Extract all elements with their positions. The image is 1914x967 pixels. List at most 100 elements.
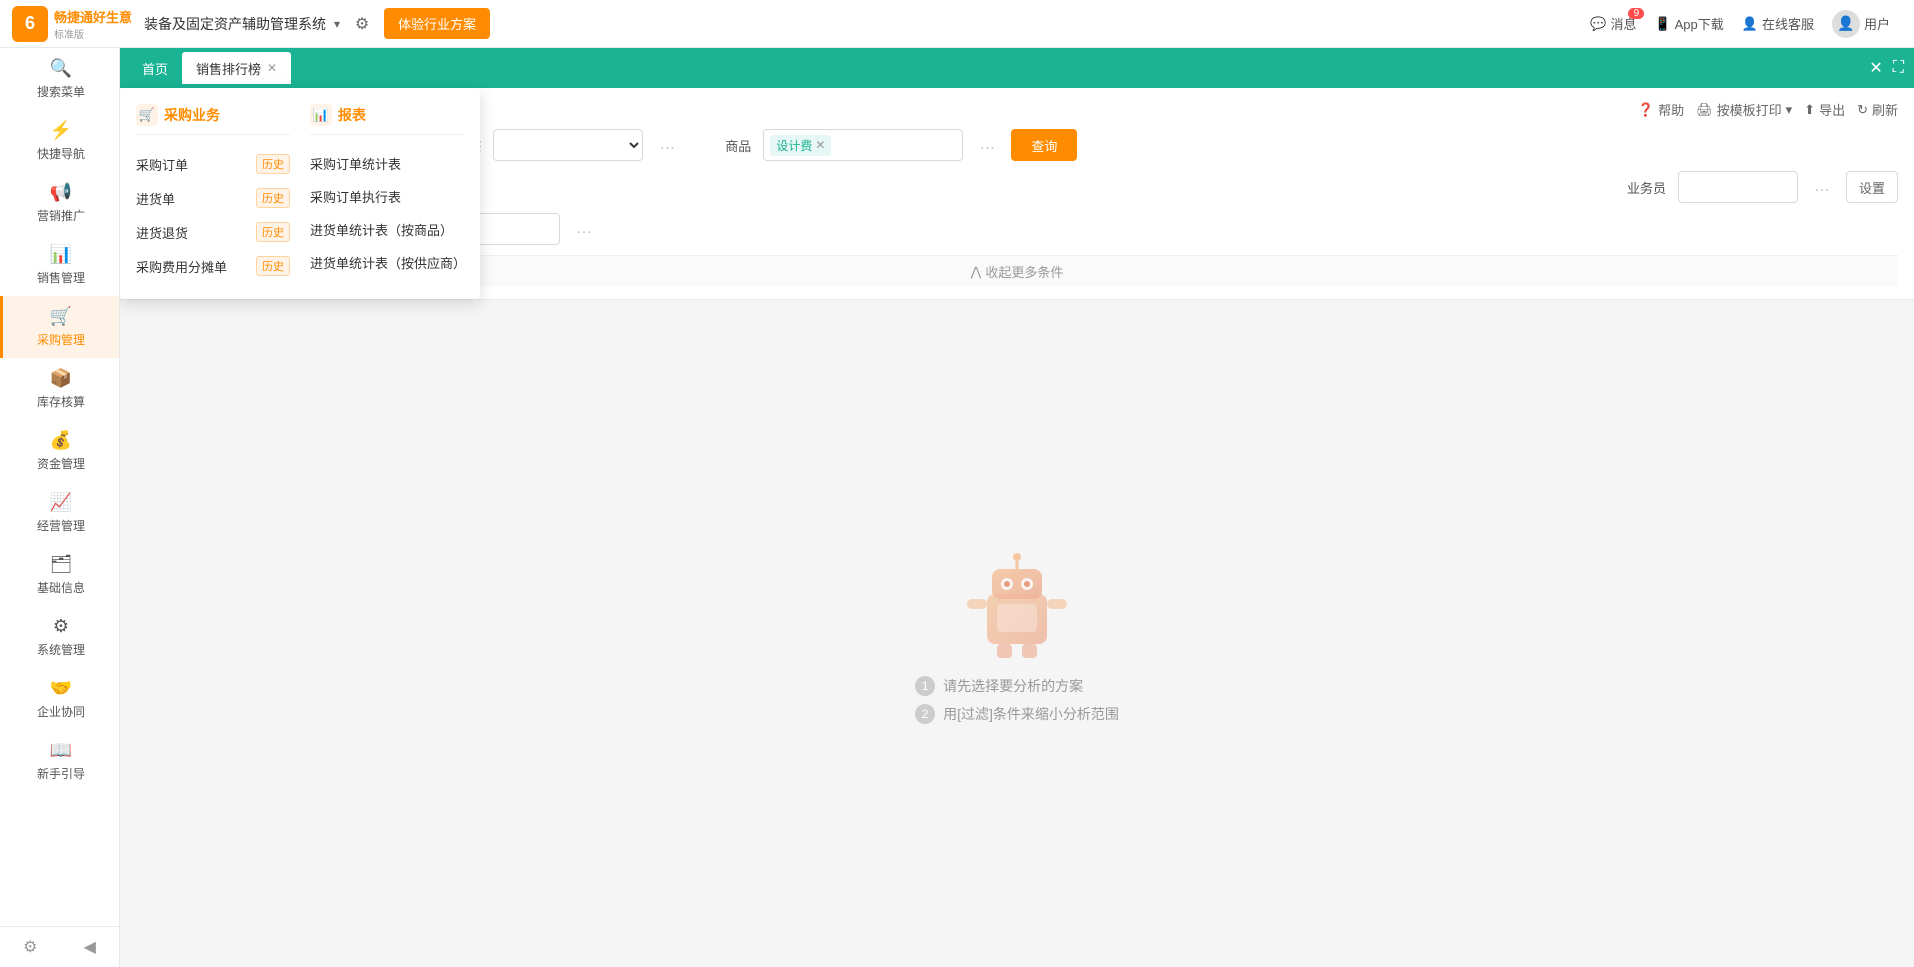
settings-button[interactable]: 设置: [1846, 171, 1898, 203]
sidebar: 🔍 搜索菜单 ⚡ 快捷导航 📢 营销推广 📊 销售管理 🛒 采购管理 📦 库存核…: [0, 48, 120, 967]
hint-num-2: 2: [915, 704, 935, 724]
menu-item-order-exec[interactable]: 采购订单执行表: [310, 180, 464, 213]
main-layout: 🔍 搜索菜单 ⚡ 快捷导航 📢 营销推广 📊 销售管理 🛒 采购管理 📦 库存核…: [0, 48, 1914, 967]
sidebar-item-guide-label: 新手引导: [37, 765, 85, 782]
salesman-input[interactable]: [1678, 171, 1798, 203]
export-icon: ⬆: [1804, 102, 1815, 118]
service-icon: 👤: [1742, 16, 1758, 32]
settings-gear-icon[interactable]: ⚙: [348, 10, 376, 38]
product-dots[interactable]: …: [975, 136, 999, 154]
sales-icon: 📊: [50, 244, 72, 265]
header-right: 💬 消息 9 📱 App下载 👤 在线客服 👤 用户: [1590, 10, 1902, 38]
empty-hints: 1 请先选择要分析的方案 2 用[过滤]条件来缩小分析范围: [915, 676, 1119, 724]
salesman-label: 业务员: [1606, 178, 1666, 197]
incoming-by-supplier-label: 进货单统计表（按供应商）: [310, 253, 464, 272]
print-icon: 🖨: [1696, 102, 1713, 118]
sidebar-item-marketing-label: 营销推广: [37, 207, 85, 224]
user-action[interactable]: 👤 用户: [1832, 10, 1890, 38]
product-tag-chip: 设计费 ✕: [770, 135, 831, 156]
menu-item-incoming-by-supplier[interactable]: 进货单统计表（按供应商）: [310, 246, 464, 279]
help-label: 帮助: [1658, 100, 1684, 119]
sidebar-item-search[interactable]: 🔍 搜索菜单: [0, 48, 119, 110]
export-button[interactable]: ⬆ 导出: [1804, 100, 1845, 119]
sidebar-item-cooperation[interactable]: 🤝 企业协同: [0, 668, 119, 730]
tab-end-buttons: ✕ ⛶: [1867, 56, 1906, 80]
sidebar-item-operations[interactable]: 📈 经营管理: [0, 482, 119, 544]
logo-sub: 标准版: [54, 26, 132, 41]
sidebar-item-guide[interactable]: 📖 新手引导: [0, 730, 119, 792]
message-badge: 9: [1628, 8, 1644, 19]
menu-item-purchase-order[interactable]: 采购订单 历史: [136, 147, 290, 181]
marketing-icon: 📢: [50, 182, 72, 203]
expense-history-tag: 历史: [256, 256, 290, 276]
tab-close-icon[interactable]: ✕: [267, 61, 277, 75]
report-col-header: 📊 报表: [310, 104, 464, 135]
query-button[interactable]: 查询: [1011, 129, 1077, 161]
tab-home[interactable]: 首页: [128, 52, 182, 84]
system-dropdown-arrow[interactable]: ▾: [334, 17, 340, 31]
voucher-status-select[interactable]: [493, 129, 643, 161]
sidebar-item-sales[interactable]: 📊 销售管理: [0, 234, 119, 296]
sidebar-item-inventory-label: 库存核算: [37, 393, 85, 410]
message-action[interactable]: 💬 消息 9: [1590, 14, 1636, 33]
customer-dots[interactable]: …: [572, 220, 596, 238]
app-download-action[interactable]: 📱 App下载: [1654, 14, 1723, 33]
hint-text-2: 用[过滤]条件来缩小分析范围: [943, 704, 1119, 724]
sidebar-item-basicinfo[interactable]: 🗂 基础信息: [0, 544, 119, 606]
sidebar-item-marketing[interactable]: 📢 营销推广: [0, 172, 119, 234]
logo-area: 6 畅捷通好生意 标准版: [12, 6, 132, 42]
menu-item-expense[interactable]: 采购费用分摊单 历史: [136, 249, 290, 283]
salesman-dots[interactable]: …: [1810, 178, 1834, 196]
purchase-col-icon: 🛒: [136, 104, 158, 126]
sidebar-item-operations-label: 经营管理: [37, 517, 85, 534]
order-exec-label: 采购订单执行表: [310, 187, 401, 206]
print-button[interactable]: 🖨 按模板打印 ▾: [1696, 100, 1792, 119]
empty-hint-1: 1 请先选择要分析的方案: [915, 676, 1119, 696]
empty-state: 1 请先选择要分析的方案 2 用[过滤]条件来缩小分析范围: [120, 300, 1914, 967]
bottom-collapse-icon[interactable]: ◀: [84, 937, 96, 957]
report-col-icon: 📊: [310, 104, 332, 126]
user-label: 用户: [1864, 14, 1890, 33]
incoming-history-tag: 历史: [256, 188, 290, 208]
export-label: 导出: [1819, 100, 1845, 119]
menu-item-incoming-by-product[interactable]: 进货单统计表（按商品）: [310, 213, 464, 246]
product-tag-value: 设计费: [776, 137, 812, 154]
product-tag-close[interactable]: ✕: [815, 138, 825, 152]
bottom-settings-icon[interactable]: ⚙: [23, 937, 37, 957]
quicknav-icon: ⚡: [50, 120, 72, 141]
online-service-label: 在线客服: [1762, 14, 1814, 33]
sidebar-item-sales-label: 销售管理: [37, 269, 85, 286]
sidebar-item-finance-label: 资金管理: [37, 455, 85, 472]
logo-title: 畅捷通好生意: [54, 7, 132, 26]
tab-maximize-icon[interactable]: ⛶: [1891, 57, 1906, 79]
menu-item-incoming[interactable]: 进货单 历史: [136, 181, 290, 215]
refresh-label: 刷新: [1872, 100, 1898, 119]
help-button[interactable]: ❓ 帮助: [1638, 100, 1684, 119]
message-icon: 💬: [1590, 16, 1606, 32]
menu-item-order-stats[interactable]: 采购订单统计表: [310, 147, 464, 180]
logo-icon: 6: [12, 6, 48, 42]
industry-button[interactable]: 体验行业方案: [384, 8, 490, 39]
sidebar-item-system[interactable]: ⚙ 系统管理: [0, 606, 119, 668]
product-tag-input[interactable]: 设计费 ✕: [763, 129, 963, 161]
incoming-label: 进货单: [136, 189, 175, 208]
purchase-col: 🛒 采购业务 采购订单 历史 进货单 历史 进货退货 历史: [136, 104, 290, 283]
refresh-button[interactable]: ↻ 刷新: [1857, 100, 1898, 119]
incoming-by-product-label: 进货单统计表（按商品）: [310, 220, 453, 239]
product-label: 商品: [691, 136, 751, 155]
sidebar-item-inventory[interactable]: 📦 库存核算: [0, 358, 119, 420]
sidebar-item-quicknav[interactable]: ⚡ 快捷导航: [0, 110, 119, 172]
sidebar-item-finance[interactable]: 💰 资金管理: [0, 420, 119, 482]
hint-num-1: 1: [915, 676, 935, 696]
menu-item-return[interactable]: 进货退货 历史: [136, 215, 290, 249]
online-service-action[interactable]: 👤 在线客服: [1742, 14, 1814, 33]
sidebar-item-purchase[interactable]: 🛒 采购管理: [0, 296, 119, 358]
print-label: 按模板打印: [1717, 100, 1782, 119]
tab-close-window-icon[interactable]: ✕: [1867, 56, 1884, 80]
voucher-status-dots[interactable]: …: [655, 136, 679, 154]
sidebar-item-search-label: 搜索菜单: [37, 83, 85, 100]
return-label: 进货退货: [136, 223, 188, 242]
sidebar-item-basicinfo-label: 基础信息: [37, 579, 85, 596]
tab-sales-rank[interactable]: 销售排行榜 ✕: [182, 52, 291, 84]
inventory-icon: 📦: [50, 368, 72, 389]
